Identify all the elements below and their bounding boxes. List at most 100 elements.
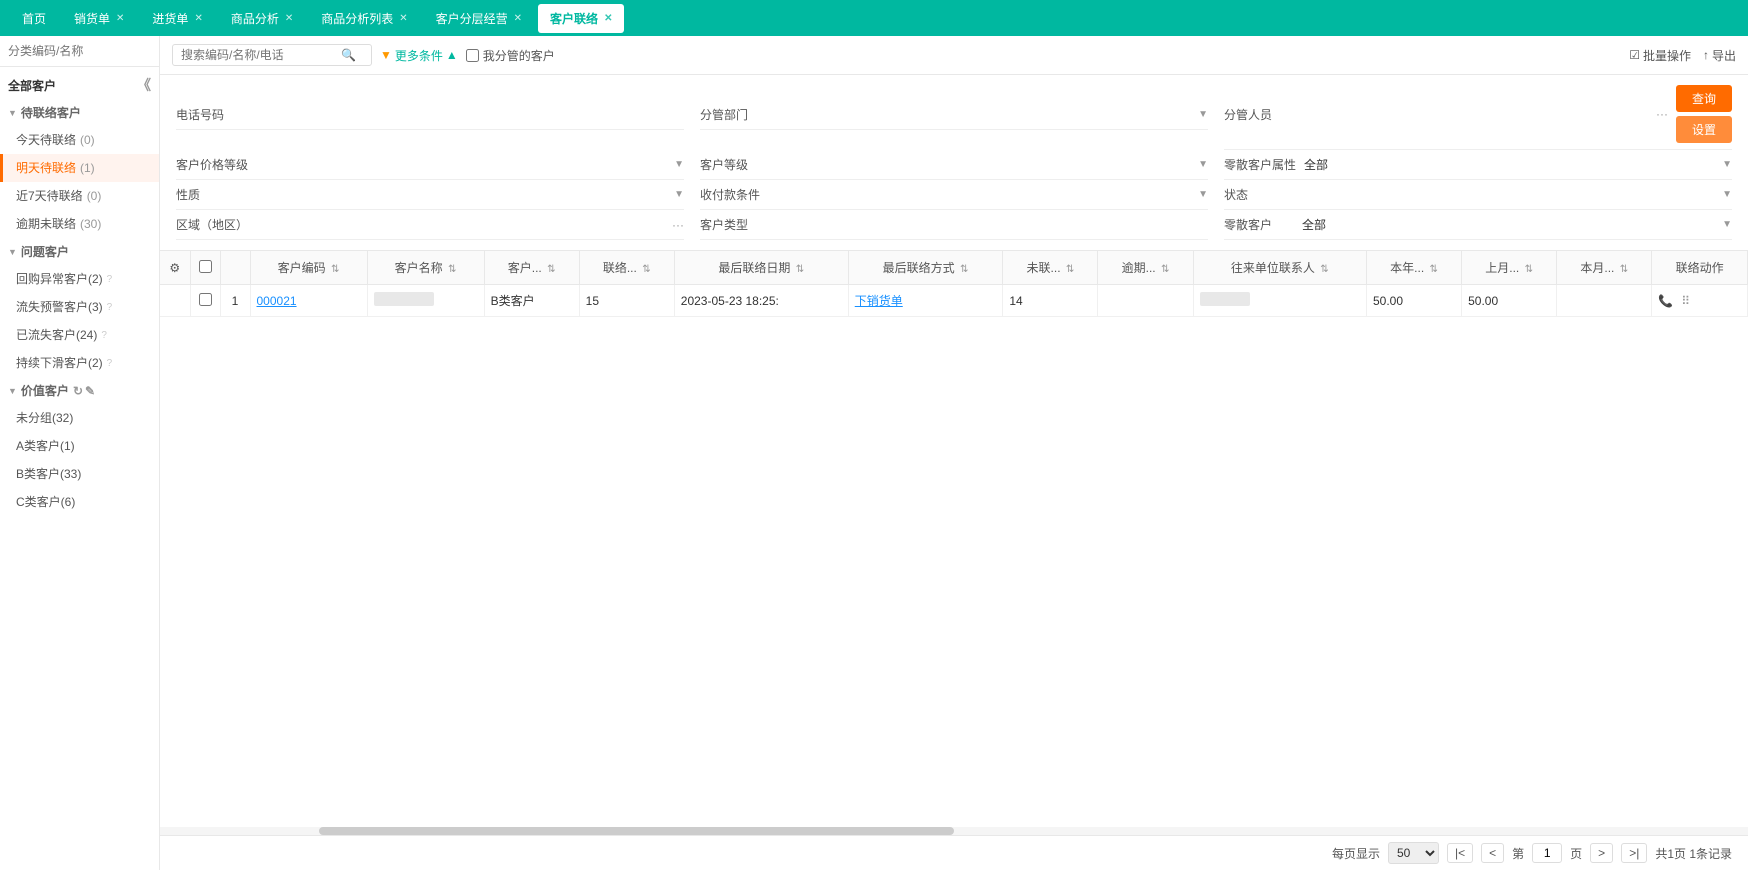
th-name[interactable]: 客户名称 ⇅ (367, 251, 484, 285)
sort-icon-contact: ⇅ (642, 264, 650, 275)
filter-retail-customer-select[interactable]: 全部 ▼ (1302, 216, 1732, 233)
page-size-select[interactable]: 50 100 200 (1388, 842, 1439, 864)
next-page-btn[interactable]: > (1590, 843, 1613, 863)
filter-status: 状态 ▼ (1224, 186, 1732, 210)
row-select-checkbox[interactable] (199, 293, 212, 306)
nav-close-sales-order[interactable]: ✕ (116, 13, 124, 24)
scrollbar-thumb[interactable] (319, 827, 954, 835)
help-icon-1: ? (107, 272, 113, 287)
sidebar-item-churned[interactable]: 已流失客户(24) ? (0, 321, 159, 349)
last-method-link[interactable]: 下销货单 (855, 294, 903, 308)
nav-sales-order[interactable]: 销货单 ✕ (62, 4, 136, 33)
filter-level-select[interactable]: ▼ (778, 159, 1208, 170)
sidebar-item-7day-pending[interactable]: 近7天待联络(0) (0, 182, 159, 210)
filter-price-select[interactable]: ▼ (256, 159, 684, 170)
nav-customer-contact[interactable]: 客户联络 ✕ (538, 4, 624, 33)
nav-close-customer-contact[interactable]: ✕ (604, 13, 612, 24)
filter-retail-customer: 零散客户 全部 ▼ (1224, 216, 1732, 240)
nav-product-analysis-list[interactable]: 商品分析列表 ✕ (309, 4, 419, 33)
row-action: 📞 ⠿ (1652, 285, 1748, 317)
bulk-action-btn[interactable]: ☑ 批量操作 (1629, 47, 1691, 64)
my-customers-checkbox-label[interactable]: 我分管的客户 (466, 47, 555, 64)
collapse-icon[interactable]: 《 (137, 75, 151, 95)
export-btn[interactable]: ↑ 导出 (1703, 47, 1736, 64)
row-overdue (1098, 285, 1193, 317)
filter-icon: ▼ (380, 48, 392, 62)
nav-home[interactable]: 首页 (10, 4, 58, 33)
sidebar-item-tomorrow-pending[interactable]: 明天待联络(1) (0, 154, 159, 182)
row-no-contact: 14 (1003, 285, 1098, 317)
action-phone-icon[interactable]: 📞 (1658, 294, 1673, 308)
nav-close-product-analysis-list[interactable]: ✕ (399, 13, 407, 24)
customer-code-link[interactable]: 000021 (257, 294, 297, 308)
th-type[interactable]: 客户... ⇅ (484, 251, 579, 285)
nav-close-customer-tier[interactable]: ✕ (514, 13, 522, 24)
filter-phone-input[interactable] (254, 107, 684, 121)
nav-product-analysis[interactable]: 商品分析 ✕ (219, 4, 305, 33)
filter-dept-select[interactable]: ▼ (778, 109, 1208, 120)
th-last-date[interactable]: 最后联络日期 ⇅ (674, 251, 848, 285)
value-group-edit[interactable]: ✎ (85, 384, 95, 398)
prev-page-btn[interactable]: < (1481, 843, 1504, 863)
th-checkbox[interactable] (190, 251, 220, 285)
set-btn[interactable]: 设置 (1676, 116, 1732, 143)
th-code[interactable]: 客户编码 ⇅ (250, 251, 367, 285)
sidebar-item-declining[interactable]: 持续下滑客户(2) ? (0, 349, 159, 377)
manager-ellipsis-btn[interactable]: ··· (1656, 107, 1668, 121)
filter-status-select[interactable]: ▼ (1302, 189, 1732, 200)
right-actions: ☑ 批量操作 ↑ 导出 (1629, 47, 1736, 64)
sidebar-item-class-c[interactable]: C类客户(6) (0, 488, 159, 516)
my-customers-checkbox[interactable] (466, 49, 479, 62)
th-last-method[interactable]: 最后联络方式 ⇅ (848, 251, 1003, 285)
sidebar-search-input[interactable] (8, 44, 160, 58)
th-overdue[interactable]: 逾期... ⇅ (1098, 251, 1193, 285)
sidebar-item-today-pending[interactable]: 今天待联络(0) (0, 126, 159, 154)
main-layout: 🔍 全部客户 《 待联络客户 今天待联络(0) 明天待联络(1) 近7天待联络(… (0, 36, 1748, 870)
chevron-down-icon-payment: ▼ (1198, 189, 1208, 200)
nav-close-product-analysis[interactable]: ✕ (285, 13, 293, 24)
sidebar-item-class-b[interactable]: B类客户(33) (0, 460, 159, 488)
sort-icon-name: ⇅ (448, 264, 456, 275)
sidebar-item-overdue-contact[interactable]: 逾期未联络(30) (0, 210, 159, 238)
sidebar-item-ungrouped[interactable]: 未分组(32) (0, 404, 159, 432)
sidebar: 🔍 全部客户 《 待联络客户 今天待联络(0) 明天待联络(1) 近7天待联络(… (0, 36, 160, 870)
th-no-contact[interactable]: 未联... ⇅ (1003, 251, 1098, 285)
th-settings[interactable]: ⚙ (160, 251, 190, 285)
select-all-checkbox[interactable] (199, 260, 212, 273)
last-page-btn[interactable]: >| (1621, 843, 1647, 863)
filter-retail-attr-select[interactable]: 全部 ▼ (1304, 156, 1732, 173)
chevron-down-icon-retail-attr: ▼ (1722, 159, 1732, 170)
filter-area-label: 区域（地区） (176, 216, 248, 233)
sidebar-item-churn-warning[interactable]: 流失预警客户(3) ? (0, 293, 159, 321)
search-input[interactable] (181, 48, 341, 62)
th-this-month[interactable]: 本月... ⇅ (1557, 251, 1652, 285)
th-index (220, 251, 250, 285)
th-last-month[interactable]: 上月... ⇅ (1462, 251, 1557, 285)
row-checkbox[interactable] (190, 285, 220, 317)
th-contact[interactable]: 联络... ⇅ (579, 251, 674, 285)
sidebar-item-abnormal-repurchase[interactable]: 回购异常客户(2) ? (0, 265, 159, 293)
first-page-btn[interactable]: |< (1447, 843, 1473, 863)
page-input[interactable] (1532, 843, 1562, 863)
scrollbar-area[interactable] (160, 827, 1748, 835)
help-icon-3: ? (101, 328, 107, 343)
filter-gender-select[interactable]: ▼ (254, 189, 684, 200)
page-label: 第 (1512, 845, 1524, 862)
nav-customer-tier[interactable]: 客户分层经营 ✕ (424, 4, 534, 33)
sidebar-item-class-a[interactable]: A类客户(1) (0, 432, 159, 460)
row-settings (160, 285, 190, 317)
table-header-row: ⚙ 客户编码 ⇅ 客户名称 ⇅ 客户... ⇅ (160, 251, 1748, 285)
search-btn[interactable]: 🔍 (341, 48, 356, 62)
nav-purchase-order[interactable]: 进货单 ✕ (140, 4, 214, 33)
nav-close-purchase-order[interactable]: ✕ (194, 13, 202, 24)
value-group-refresh[interactable]: ↻ (73, 384, 83, 398)
more-filter-btn[interactable]: ▼ 更多条件 ▲ (380, 47, 458, 64)
query-btn[interactable]: 查询 (1676, 85, 1732, 112)
th-unit-contact[interactable]: 往来单位联系人 ⇅ (1193, 251, 1366, 285)
filter-price-label: 客户价格等级 (176, 156, 248, 173)
area-ellipsis-btn[interactable]: ··· (672, 218, 684, 232)
th-this-year[interactable]: 本年... ⇅ (1366, 251, 1461, 285)
filter-manager: 分管人员 ··· 查询 设置 (1224, 85, 1732, 150)
action-more-icon[interactable]: ⠿ (1681, 294, 1690, 308)
filter-payment-select[interactable]: ▼ (778, 189, 1208, 200)
